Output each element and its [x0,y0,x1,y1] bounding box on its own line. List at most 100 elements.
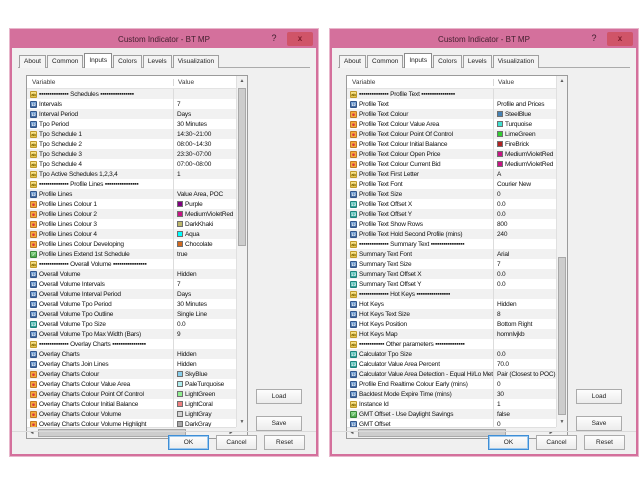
vertical-scrollbar[interactable]: ▲ ▼ [556,76,567,427]
param-value[interactable]: 0.0 [493,279,556,289]
param-value[interactable]: SteelBlue [493,109,556,119]
param-value[interactable]: Days [173,109,236,119]
separator-row[interactable]: ab ▪▪▪▪▪▪▪▪▪▪▪▪▪▪ Schedules ▪▪▪▪▪▪▪▪▪▪▪▪▪… [27,89,236,99]
tab-inputs[interactable]: Inputs [84,53,113,68]
param-row[interactable]: Overlay Charts Colour Volume LightGray [27,409,236,419]
ok-button[interactable]: OK [488,435,529,450]
param-value[interactable]: DarkGray [173,419,236,427]
param-value[interactable] [493,239,556,249]
help-icon[interactable]: ? [268,33,280,43]
param-value[interactable]: 7 [173,99,236,109]
param-value[interactable]: homnlvjkb [493,329,556,339]
param-value[interactable]: Chocolate [173,239,236,249]
param-row[interactable]: 12 GMT Offset 0 [347,419,556,427]
ok-button[interactable]: OK [168,435,209,450]
param-value[interactable] [173,89,236,99]
save-button[interactable]: Save [576,416,622,431]
tab-common[interactable]: Common [367,55,404,68]
param-value[interactable]: Pair (Closest to POC) [493,369,556,379]
param-row[interactable]: 12 Overall Volume Tpo Max Width (Bars) 9 [27,329,236,339]
param-row[interactable]: ab Tpo Schedule 3 23:30~07:00 [27,149,236,159]
param-value[interactable]: 23:30~07:00 [173,149,236,159]
tab-about[interactable]: About [339,55,366,68]
param-value[interactable] [493,289,556,299]
param-row[interactable]: ab Tpo Active Schedules 1,2,3,4 1 [27,169,236,179]
param-value[interactable]: false [493,409,556,419]
param-row[interactable]: Overlay Charts Colour Value Area PaleTurq… [27,379,236,389]
param-row[interactable]: 12 Overall Volume Interval Period Days [27,289,236,299]
param-value[interactable]: 7 [493,259,556,269]
scroll-up-icon[interactable]: ▲ [237,76,247,86]
param-row[interactable]: ✓ Profile Lines Extend 1st Schedule true [27,249,236,259]
param-row[interactable]: 12 Profile Text Size 0 [347,189,556,199]
tab-colors[interactable]: Colors [113,55,142,68]
param-row[interactable]: 12 Overall Volume Hidden [27,269,236,279]
param-value[interactable]: MediumVioletRed [173,209,236,219]
param-row[interactable]: ab Tpo Schedule 1 14:30~21:00 [27,129,236,139]
scroll-left-icon[interactable]: ◄ [347,428,357,438]
close-icon[interactable]: x [607,32,633,46]
param-value[interactable]: 8 [493,309,556,319]
tab-colors[interactable]: Colors [433,55,462,68]
param-value[interactable]: 14:30~21:00 [173,129,236,139]
param-value[interactable]: LightCoral [173,399,236,409]
param-row[interactable]: 1.2 Calculator Tpo Size 0.0 [347,349,556,359]
param-value[interactable]: Profile and Prices [493,99,556,109]
param-row[interactable]: 12 Tpo Period 30 Minutes [27,119,236,129]
param-row[interactable]: ab Profile Text First Letter A [347,169,556,179]
param-row[interactable]: Profile Text Colour SteelBlue [347,109,556,119]
param-value[interactable]: 1 [493,399,556,409]
tab-levels[interactable]: Levels [462,55,492,68]
cancel-button[interactable]: Cancel [216,435,257,450]
tab-visualization[interactable]: Visualization [172,55,220,68]
param-row[interactable]: 1.2 Summary Text Offset Y 0.0 [347,279,556,289]
param-value[interactable]: Purple [173,199,236,209]
save-button[interactable]: Save [256,416,302,431]
param-value[interactable]: 0.0 [493,349,556,359]
param-row[interactable]: 12 Overlay Charts Join Lines Hidden [27,359,236,369]
separator-row[interactable]: ab ▪▪▪▪▪▪▪▪▪▪▪▪▪▪ Hot Keys ▪▪▪▪▪▪▪▪▪▪▪▪▪▪… [347,289,556,299]
param-value[interactable]: FireBrick [493,139,556,149]
param-value[interactable] [493,89,556,99]
column-header-variable[interactable]: Variable [347,79,493,86]
param-row[interactable]: Overlay Charts Colour Initial Balance Lig… [27,399,236,409]
param-value[interactable]: true [173,249,236,259]
param-value[interactable]: 0.0 [493,209,556,219]
separator-row[interactable]: ab ▪▪▪▪▪▪▪▪▪▪▪▪▪▪ Profile Lines ▪▪▪▪▪▪▪▪▪… [27,179,236,189]
param-row[interactable]: ab Instance Id 1 [347,399,556,409]
scroll-down-icon[interactable]: ▼ [557,417,567,427]
tab-visualization[interactable]: Visualization [492,55,540,68]
param-row[interactable]: Overlay Charts Colour Volume Highlight Da… [27,419,236,427]
param-row[interactable]: 12 Hot Keys Hidden [347,299,556,309]
param-row[interactable]: Profile Text Colour Value Area Turquoise [347,119,556,129]
param-row[interactable]: 12 Hot Keys Position Bottom Right [347,319,556,329]
param-value[interactable]: Hidden [173,349,236,359]
param-value[interactable]: 0.0 [173,319,236,329]
param-row[interactable]: Profile Lines Colour 1 Purple [27,199,236,209]
param-row[interactable]: 12 Overall Volume Tpo Outline Single Line [27,309,236,319]
reset-button[interactable]: Reset [264,435,305,450]
vertical-scrollbar[interactable]: ▲ ▼ [236,76,247,427]
param-row[interactable]: ab Profile Text Font Courier New [347,179,556,189]
param-row[interactable]: ab Summary Text Font Arial [347,249,556,259]
param-value[interactable] [173,179,236,189]
param-row[interactable]: 1.2 Overall Volume Tpo Size 0.0 [27,319,236,329]
param-row[interactable]: Profile Text Colour Current Bid MediumVio… [347,159,556,169]
param-row[interactable]: Profile Lines Colour Developing Chocolate [27,239,236,249]
param-value[interactable]: 1 [173,169,236,179]
param-row[interactable]: 1.2 Summary Text Offset X 0.0 [347,269,556,279]
param-value[interactable]: 07:00~08:00 [173,159,236,169]
param-value[interactable]: Hidden [493,299,556,309]
param-row[interactable]: Profile Lines Colour 2 MediumVioletRed [27,209,236,219]
param-value[interactable] [493,339,556,349]
tab-about[interactable]: About [19,55,46,68]
param-value[interactable]: Value Area, POC [173,189,236,199]
param-value[interactable]: Days [173,289,236,299]
param-value[interactable]: LimeGreen [493,129,556,139]
param-row[interactable]: ab Hot Keys Map homnlvjkb [347,329,556,339]
param-value[interactable]: 0 [493,189,556,199]
param-value[interactable]: 70.0 [493,359,556,369]
param-value[interactable]: LightGreen [173,389,236,399]
titlebar[interactable]: Custom Indicator - BT MP ? x [332,31,636,48]
param-row[interactable]: Overlay Charts Colour Point Of Control Li… [27,389,236,399]
